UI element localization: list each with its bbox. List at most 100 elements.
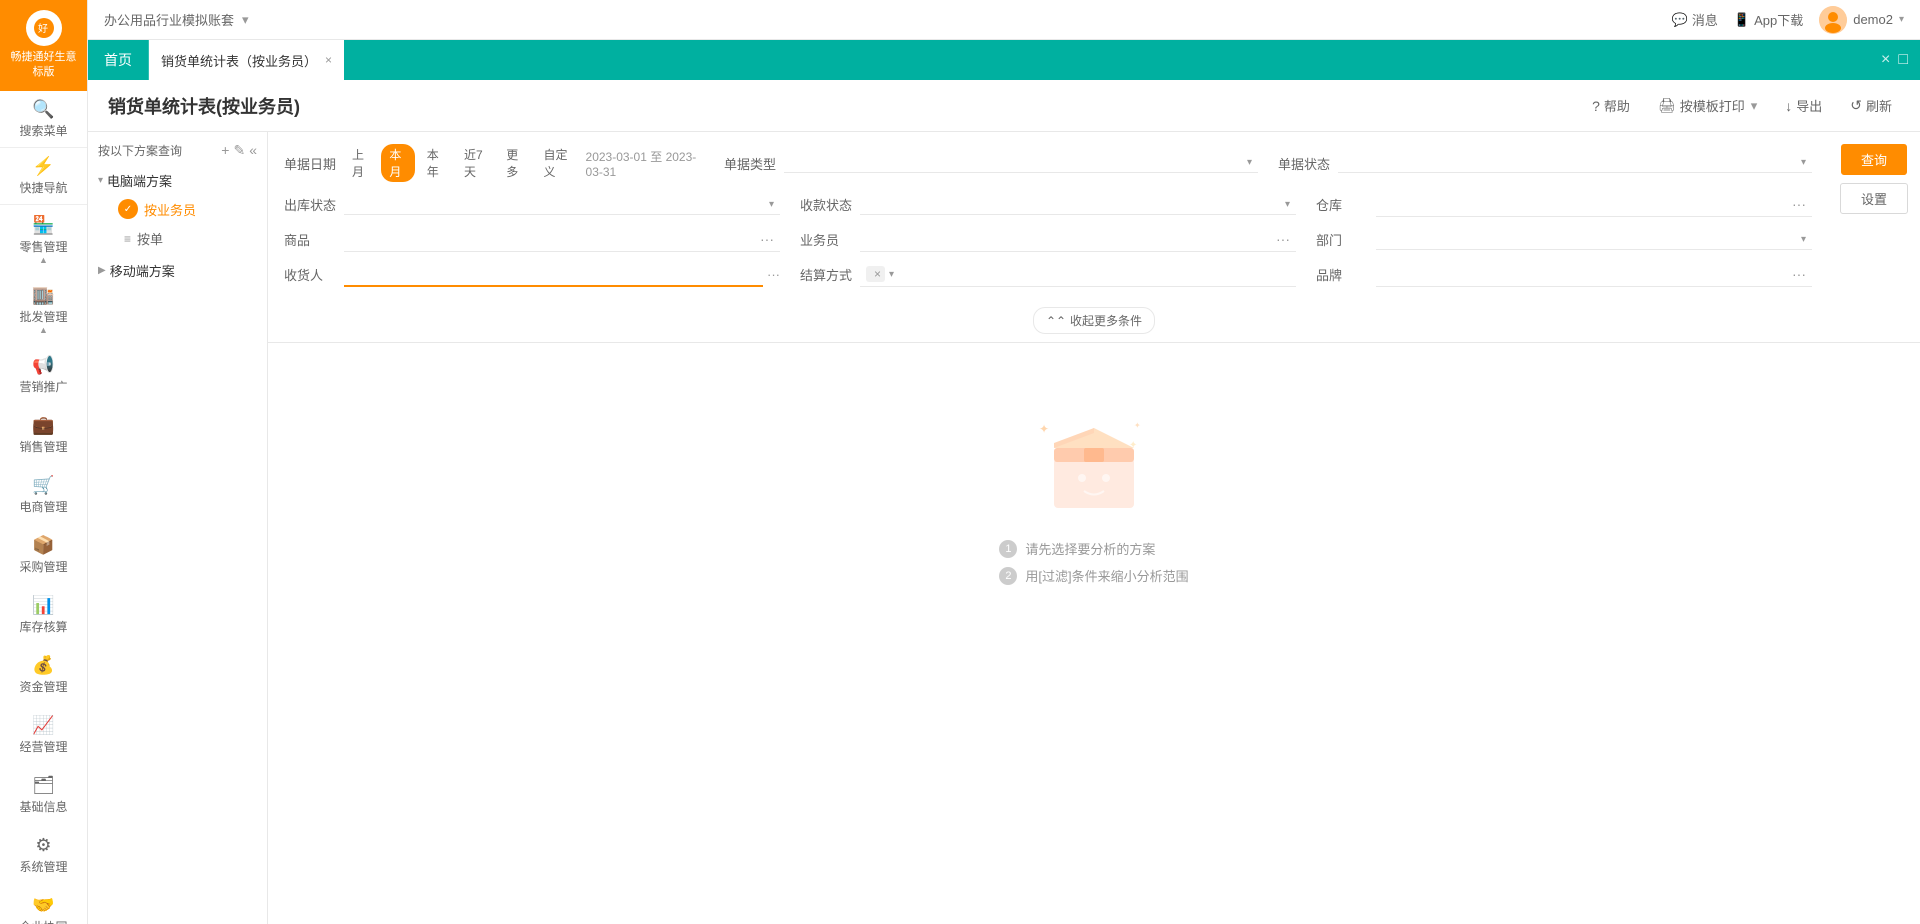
sidebar-item-inventory[interactable]: 📊 库存核算 xyxy=(0,585,87,645)
sidebar-item-finance[interactable]: 💰 资金管理 xyxy=(0,645,87,705)
tab-close-icon[interactable]: × xyxy=(325,53,332,67)
date-row: 上月 本月 本年 近7天 更多 自定义 2023-03-01 至 2023-03… xyxy=(344,144,704,182)
salesman-dots-icon: ··· xyxy=(1276,231,1290,247)
window-close-icon[interactable]: × xyxy=(1881,51,1890,69)
tip-label-2: 用[过滤]条件来缩小分析范围 xyxy=(1025,566,1188,585)
filter-outstate-select[interactable]: ▾ xyxy=(344,195,780,215)
filter-product-select[interactable]: ··· xyxy=(344,227,780,252)
inventory-icon: 📊 xyxy=(32,595,54,616)
filter-paymethod-label: 结算方式 xyxy=(800,265,860,284)
sidebar-item-wholesale[interactable]: 🏬 批发管理 ▲ xyxy=(0,275,87,345)
empty-state: ✦ ✦ ✦ 1 请先选择要分析的方案 2 用[过滤]条件来缩小分析范围 xyxy=(268,343,1920,645)
message-button[interactable]: 💬 消息 xyxy=(1672,10,1718,29)
sidebar-item-enterprise[interactable]: 🤝 企业协同 xyxy=(0,885,87,924)
sidebar-item-business[interactable]: 📈 经营管理 xyxy=(0,705,87,765)
sidebar-item-search[interactable]: 🔍 搜索菜单 xyxy=(0,91,87,148)
filter-date-item: 单据日期 上月 本月 本年 近7天 更多 自定义 xyxy=(284,144,704,182)
dropdown-arrow[interactable]: ▾ xyxy=(242,12,249,28)
filter-receiver-input[interactable] xyxy=(344,262,763,287)
filter-row-1: 单据日期 上月 本月 本年 近7天 更多 自定义 xyxy=(284,144,1812,182)
filter-salesman-label: 业务员 xyxy=(800,230,860,249)
sidebar-item-system[interactable]: ⚙ 系统管理 xyxy=(0,825,87,885)
sidebar-item-sales[interactable]: 💼 销售管理 xyxy=(0,405,87,465)
app-download-button[interactable]: 📱 App下载 xyxy=(1734,10,1803,29)
page-header: 销货单统计表(按业务员) ? 帮助 🖨 按模板打印 ▾ ↓ 导出 ↺ 刷新 xyxy=(88,80,1920,132)
help-button[interactable]: ? 帮助 xyxy=(1584,92,1638,119)
app-label: App下载 xyxy=(1754,10,1803,29)
filter-receiver-label: 收货人 xyxy=(284,265,344,284)
date-tab-lastmonth[interactable]: 上月 xyxy=(344,144,377,182)
scheme-collapse-icon[interactable]: « xyxy=(249,142,257,159)
content-area: 按以下方案查询 + ✎ « ▾ 电脑端方案 ✓ 按业务员 xyxy=(88,132,1920,924)
svg-text:✦: ✦ xyxy=(1039,422,1049,436)
sidebar-finance-label: 资金管理 xyxy=(19,678,67,695)
settings-button[interactable]: 设置 xyxy=(1840,183,1908,214)
filter-docstate-label: 单据状态 xyxy=(1278,154,1338,173)
scheme-desktop-arrow: ▾ xyxy=(98,175,103,186)
sidebar-item-retail[interactable]: 🏪 零售管理 ▲ xyxy=(0,205,87,275)
filter-brand-label: 品牌 xyxy=(1316,265,1376,284)
date-range: 2023-03-01 至 2023-03-31 xyxy=(586,148,704,179)
user-dropdown-arrow: ▾ xyxy=(1899,14,1904,25)
enterprise-icon: 🤝 xyxy=(32,895,54,916)
scheme-desktop-label: 电脑端方案 xyxy=(107,171,172,190)
sidebar-item-basic[interactable]: 🗂 基础信息 xyxy=(0,765,87,825)
brand-dots-icon: ··· xyxy=(1792,266,1806,282)
scheme-desktop-group: ▾ 电脑端方案 ✓ 按业务员 ≡ 按单 xyxy=(88,167,267,253)
filter-dept-select[interactable]: ▾ xyxy=(1376,230,1812,250)
scheme-desktop-group-title[interactable]: ▾ 电脑端方案 xyxy=(98,167,257,194)
date-tab-7days[interactable]: 近7天 xyxy=(456,144,494,182)
scheme-item-salesman[interactable]: ✓ 按业务员 xyxy=(108,194,257,224)
window-max-icon[interactable]: □ xyxy=(1898,51,1908,69)
collapse-button[interactable]: ⌃⌃ 收起更多条件 xyxy=(1033,307,1155,334)
system-icon: ⚙ xyxy=(35,835,51,856)
refresh-label: 刷新 xyxy=(1866,96,1892,115)
svg-text:好: 好 xyxy=(38,23,48,35)
print-button[interactable]: 🖨 按模板打印 ▾ xyxy=(1650,92,1765,119)
finance-icon: 💰 xyxy=(32,655,54,676)
tab-home[interactable]: 首页 xyxy=(88,40,149,80)
refresh-button[interactable]: ↺ 刷新 xyxy=(1842,92,1900,119)
date-tab-more[interactable]: 更多 xyxy=(498,144,531,182)
sidebar-item-ecommerce[interactable]: 🛒 电商管理 xyxy=(0,465,87,525)
sidebar-item-marketing[interactable]: 📢 营销推广 xyxy=(0,345,87,405)
topbar-right: 💬 消息 📱 App下载 demo2 ▾ xyxy=(1672,6,1904,34)
scheme-edit-icon[interactable]: ✎ xyxy=(233,142,245,159)
filter-brand-item: 品牌 ··· xyxy=(1316,262,1812,287)
scheme-mobile-group-title[interactable]: ▶ 移动端方案 xyxy=(98,257,257,284)
export-button[interactable]: ↓ 导出 xyxy=(1777,92,1830,119)
tab-active[interactable]: 销货单统计表（按业务员） × xyxy=(149,40,344,80)
filter-receiver-item: 收货人 ··· xyxy=(284,262,780,287)
filter-paystate-select[interactable]: ▾ xyxy=(860,195,1296,215)
query-button[interactable]: 查询 xyxy=(1841,144,1907,175)
sidebar-item-purchase[interactable]: 📦 采购管理 xyxy=(0,525,87,585)
sidebar-item-quick[interactable]: ⚡ 快捷导航 xyxy=(0,148,87,205)
scheme-sub-item-order[interactable]: ≡ 按单 xyxy=(98,224,257,253)
avatar xyxy=(1819,6,1847,34)
date-tab-thisyear[interactable]: 本年 xyxy=(419,144,452,182)
user-menu[interactable]: demo2 ▾ xyxy=(1819,6,1904,34)
user-label: demo2 xyxy=(1853,12,1893,27)
help-icon: ? xyxy=(1592,98,1600,114)
filter-salesman-select[interactable]: ··· xyxy=(860,227,1296,252)
filter-row-4: 收货人 ··· 结算方式 × xyxy=(284,262,1812,287)
scheme-sub-label: 按单 xyxy=(137,229,163,248)
filter-paymethod-select[interactable]: × ▾ xyxy=(860,262,1296,287)
filter-brand-select[interactable]: ··· xyxy=(1376,262,1812,287)
collapse-label: 收起更多条件 xyxy=(1070,312,1142,329)
scheme-add-icon[interactable]: + xyxy=(221,142,229,159)
scheme-mobile-label: 移动端方案 xyxy=(110,261,175,280)
filter-outstate-label: 出库状态 xyxy=(284,195,344,214)
filter-doctype-label: 单据类型 xyxy=(724,154,784,173)
empty-tip-1: 1 请先选择要分析的方案 xyxy=(999,539,1188,558)
date-tab-thismonth[interactable]: 本月 xyxy=(381,144,414,182)
filter-warehouse-select[interactable]: ··· xyxy=(1376,192,1812,217)
tip-num-2: 2 xyxy=(999,567,1017,585)
print-dropdown-arrow: ▾ xyxy=(1751,98,1758,114)
filter-doctype-select[interactable]: ▾ xyxy=(784,153,1258,173)
receiver-dots-icon[interactable]: ··· xyxy=(767,267,780,282)
tip-label-1: 请先选择要分析的方案 xyxy=(1025,539,1155,558)
date-tab-custom[interactable]: 自定义 xyxy=(536,144,578,182)
pay-method-tag-remove[interactable]: × xyxy=(874,267,881,281)
filter-docstate-select[interactable]: ▾ xyxy=(1338,153,1812,173)
